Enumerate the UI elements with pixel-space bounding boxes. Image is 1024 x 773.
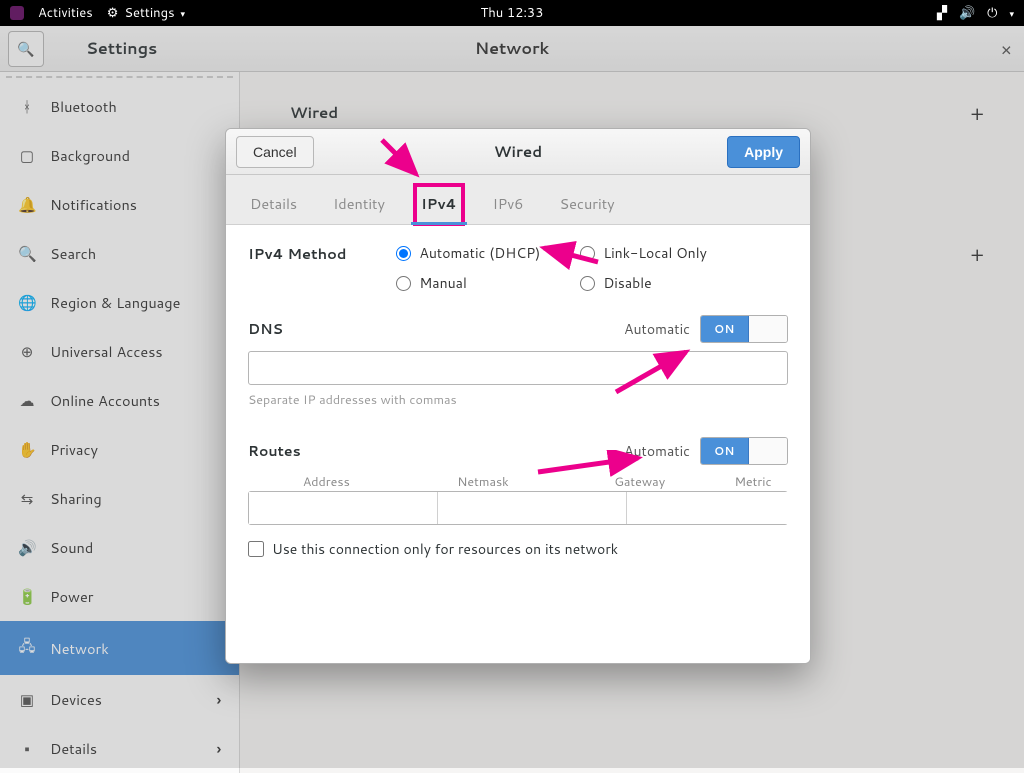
checkbox-label: Use this connection only for resources o… — [272, 539, 618, 559]
dialog-tabs: Details Identity IPv4 IPv6 Security — [226, 175, 810, 225]
toggle-knob — [749, 438, 787, 464]
radio-label: Disable — [603, 273, 651, 293]
routes-automatic-label: Automatic — [624, 441, 690, 461]
only-resources-checkbox[interactable]: Use this connection only for resources o… — [248, 539, 788, 559]
radio-label: Manual — [419, 273, 466, 293]
gnome-topbar: Activities ⚙ Settings ▾ Thu 12:33 ▞ 🔊 ⏻ … — [0, 0, 1024, 26]
route-gateway-input[interactable] — [627, 492, 811, 524]
app-menu[interactable]: ⚙ Settings ▾ — [107, 4, 185, 22]
routes-row: ⊗ — [248, 491, 788, 525]
col-metric: Metric — [718, 473, 788, 491]
cancel-button[interactable]: Cancel — [236, 136, 314, 168]
col-gateway: Gateway — [561, 473, 718, 491]
dns-automatic-label: Automatic — [624, 319, 690, 339]
app-menu-label: Settings — [124, 4, 174, 22]
activities-button[interactable]: Activities — [38, 4, 93, 22]
dns-entry[interactable] — [248, 351, 788, 385]
system-menu-chevron-icon[interactable]: ▾ — [1009, 7, 1014, 20]
toggle-on-label: ON — [701, 438, 749, 464]
routes-section-label: Routes — [248, 441, 624, 461]
clock[interactable]: Thu 12:33 — [481, 4, 544, 22]
power-icon[interactable]: ⏻ — [987, 4, 997, 22]
radio-label: Link-Local Only — [603, 243, 707, 263]
ipv4-method-label: IPv4 Method — [248, 243, 346, 264]
network-status-icon[interactable]: ▞ — [937, 4, 947, 22]
dns-hint: Separate IP addresses with commas — [248, 391, 788, 409]
dialog-title: Wired — [494, 141, 542, 162]
tab-details[interactable]: Details — [244, 185, 303, 224]
chevron-down-icon: ▾ — [181, 7, 186, 20]
settings-app-icon: ⚙ — [107, 4, 119, 22]
col-address: Address — [248, 473, 405, 491]
routes-automatic-toggle[interactable]: ON — [700, 437, 788, 465]
radio-label: Automatic (DHCP) — [419, 243, 540, 263]
os-logo-icon — [10, 6, 24, 20]
dialog-headerbar: Cancel Wired Apply — [226, 129, 810, 175]
toggle-on-label: ON — [701, 316, 749, 342]
method-disable-radio[interactable]: Disable — [580, 273, 724, 293]
volume-icon[interactable]: 🔊 — [959, 4, 975, 22]
tab-identity[interactable]: Identity — [327, 185, 391, 224]
method-automatic-radio[interactable]: Automatic (DHCP) — [396, 243, 540, 263]
route-address-input[interactable] — [249, 492, 438, 524]
routes-header: Address Netmask Gateway Metric — [248, 473, 788, 491]
dns-section-label: DNS — [248, 319, 624, 339]
toggle-knob — [749, 316, 787, 342]
method-linklocal-radio[interactable]: Link-Local Only — [580, 243, 724, 263]
ipv4-pane: IPv4 Method Automatic (DHCP) Link-Local … — [226, 225, 810, 663]
tab-ipv6[interactable]: IPv6 — [487, 185, 530, 224]
apply-button[interactable]: Apply — [727, 136, 800, 168]
route-netmask-input[interactable] — [438, 492, 627, 524]
tab-security[interactable]: Security — [553, 185, 620, 224]
connection-editor-dialog: Cancel Wired Apply Details Identity IPv4… — [225, 128, 811, 664]
tab-ipv4[interactable]: IPv4 — [415, 185, 463, 224]
dns-automatic-toggle[interactable]: ON — [700, 315, 788, 343]
method-manual-radio[interactable]: Manual — [396, 273, 540, 293]
col-netmask: Netmask — [405, 473, 562, 491]
